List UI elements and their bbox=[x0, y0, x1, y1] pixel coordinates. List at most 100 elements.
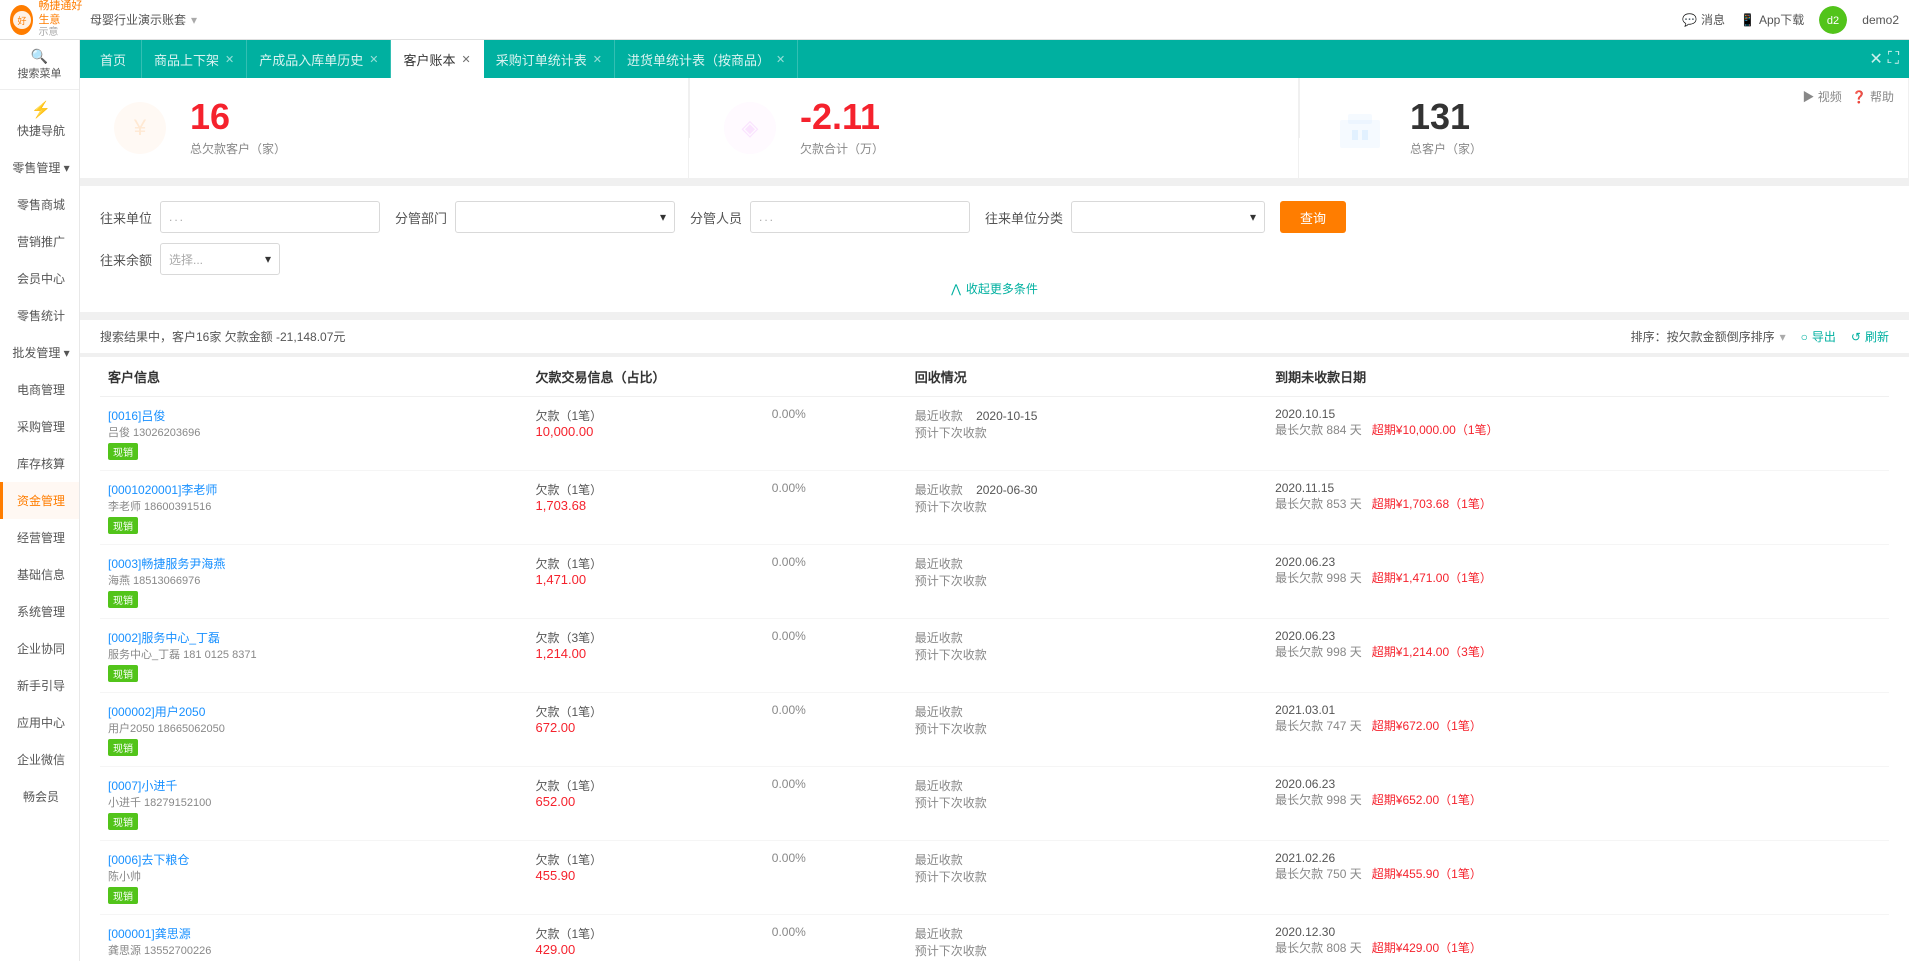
debt-amount: 1,703.68 bbox=[536, 498, 756, 513]
tab-product-manage[interactable]: 商品上下架 ✕ bbox=[142, 40, 247, 78]
customer-name[interactable]: [0016]吕俊 bbox=[108, 407, 520, 424]
sidebar-item-corp[interactable]: 企业协同 bbox=[0, 630, 79, 667]
tab-import-stat[interactable]: 进货单统计表（按商品） ✕ bbox=[615, 40, 798, 78]
export-btn[interactable]: ○ 导出 bbox=[1801, 328, 1836, 345]
stat-info-2: -2.11 欠款合计（万） bbox=[800, 99, 884, 157]
sidebar-item-member[interactable]: 会员中心 bbox=[0, 260, 79, 297]
recent-pay-label: 最近收款 2020-10-15 bbox=[915, 407, 1259, 424]
customer-name[interactable]: [000002]用户2050 bbox=[108, 703, 520, 720]
sidebar-item-retail-mgmt[interactable]: 零售管理 ▾ bbox=[0, 149, 79, 186]
sort-select[interactable]: 排序：按欠款金额倒序排序 ▾ bbox=[1631, 328, 1786, 345]
customer-link[interactable]: [0001020001]李老师 bbox=[108, 483, 217, 497]
customer-name[interactable]: [0002]服务中心_丁磊 bbox=[108, 629, 520, 646]
store-name: 母婴行业演示账套 bbox=[90, 11, 186, 28]
tab-product-manage-close[interactable]: ✕ bbox=[225, 53, 234, 66]
message-btn[interactable]: 💬 消息 bbox=[1682, 11, 1725, 28]
overdue-amount[interactable]: 超期¥1,214.00（3笔） bbox=[1372, 645, 1492, 659]
overdue-date: 2020.06.23 bbox=[1275, 777, 1881, 791]
sidebar-item-capital[interactable]: 资金管理 bbox=[0, 482, 79, 519]
customer-name[interactable]: [0007]小进千 bbox=[108, 777, 520, 794]
dept-arrow-icon: ▾ bbox=[660, 210, 666, 224]
balance-select[interactable]: 选择... ▾ bbox=[160, 243, 280, 275]
overdue-amount[interactable]: 超期¥1,471.00（1笔） bbox=[1372, 571, 1492, 585]
tab-product-history-close[interactable]: ✕ bbox=[369, 53, 378, 66]
query-button[interactable]: 查询 bbox=[1280, 201, 1346, 233]
dept-select[interactable]: ▾ bbox=[455, 201, 675, 233]
svg-text:◈: ◈ bbox=[742, 115, 759, 140]
tab-import-stat-close[interactable]: ✕ bbox=[776, 53, 785, 66]
sidebar-item-ops[interactable]: 经营管理 bbox=[0, 519, 79, 556]
sidebar-item-basic[interactable]: 基础信息 bbox=[0, 556, 79, 593]
search-menu[interactable]: 🔍 搜索菜单 bbox=[0, 40, 79, 90]
sidebar-item-sys[interactable]: 系统管理 bbox=[0, 593, 79, 630]
unit-category-arrow-icon: ▾ bbox=[1250, 210, 1256, 224]
customer-link[interactable]: [0016]吕俊 bbox=[108, 409, 165, 423]
sidebar-item-retail-mall[interactable]: 零售商城 bbox=[0, 186, 79, 223]
customer-link[interactable]: [0007]小进千 bbox=[108, 779, 177, 793]
source-unit-input[interactable]: ... bbox=[160, 201, 380, 233]
page-body: ¥ 16 总欠款客户（家） ◈ bbox=[80, 78, 1909, 961]
tab-close-all-icon[interactable]: ✕ bbox=[1869, 49, 1882, 69]
customer-cell: [0001020001]李老师 李老师 18600391516 现销 bbox=[100, 471, 528, 545]
filter-collapse-btn[interactable]: ⋀ 收起更多条件 bbox=[100, 275, 1889, 302]
help-btn[interactable]: ❓ 帮助 bbox=[1852, 88, 1894, 105]
sidebar-item-retail-stat[interactable]: 零售统计 bbox=[0, 297, 79, 334]
tab-customer-account[interactable]: 客户账本 ✕ bbox=[391, 40, 483, 78]
collapse-text: 收起更多条件 bbox=[966, 280, 1038, 297]
unit-category-select[interactable]: ▾ bbox=[1071, 201, 1265, 233]
sidebar-item-newbie[interactable]: 新手引导 bbox=[0, 667, 79, 704]
customer-tag: 现销 bbox=[108, 665, 138, 682]
customer-name[interactable]: [0001020001]李老师 bbox=[108, 481, 520, 498]
sidebar-item-wechat[interactable]: 企业微信 bbox=[0, 741, 79, 778]
person-label: 分管人员 bbox=[690, 208, 742, 227]
recovery-cell: 最近收款 预计下次收款 bbox=[907, 619, 1267, 693]
capital-label: 资金管理 bbox=[8, 492, 74, 509]
customer-link[interactable]: [0003]畅捷服务尹海燕 bbox=[108, 557, 225, 571]
overdue-info: 最长欠款 747 天 超期¥672.00（1笔） bbox=[1275, 717, 1881, 734]
store-selector[interactable]: 母婴行业演示账套 ▾ bbox=[90, 11, 290, 28]
customer-link[interactable]: [0006]去下粮仓 bbox=[108, 853, 189, 867]
sidebar-item-batch-mgmt[interactable]: 批发管理 ▾ bbox=[0, 334, 79, 371]
customer-link[interactable]: [0002]服务中心_丁磊 bbox=[108, 631, 220, 645]
sidebar-item-marketing[interactable]: 营销推广 bbox=[0, 223, 79, 260]
user-name[interactable]: demo2 bbox=[1862, 13, 1899, 27]
tab-fullscreen-icon[interactable]: ⛶ bbox=[1888, 50, 1899, 68]
overdue-amount[interactable]: 超期¥455.90（1笔） bbox=[1372, 867, 1482, 881]
overdue-amount[interactable]: 超期¥429.00（1笔） bbox=[1372, 941, 1482, 955]
sidebar-item-inventory[interactable]: 库存核算 bbox=[0, 445, 79, 482]
debt-ratio: 0.00% bbox=[772, 555, 899, 569]
customer-link[interactable]: [000001]龚思源 bbox=[108, 927, 191, 941]
customer-link[interactable]: [000002]用户2050 bbox=[108, 705, 205, 719]
sidebar-item-nav[interactable]: ⚡ 快捷导航 bbox=[0, 90, 79, 149]
filter-person: 分管人员 ... bbox=[690, 201, 970, 233]
sidebar-item-purchase[interactable]: 采购管理 bbox=[0, 408, 79, 445]
logo-icon: 好 bbox=[10, 5, 33, 35]
sidebar-item-vip[interactable]: 畅会员 bbox=[0, 778, 79, 815]
customer-name[interactable]: [0003]畅捷服务尹海燕 bbox=[108, 555, 520, 572]
user-avatar[interactable]: d2 bbox=[1819, 6, 1847, 34]
sidebar-item-appcenter[interactable]: 应用中心 bbox=[0, 704, 79, 741]
customer-cell: [0007]小进千 小进千 18279152100 现销 bbox=[100, 767, 528, 841]
svg-text:好: 好 bbox=[17, 15, 26, 26]
person-input[interactable]: ... bbox=[750, 201, 970, 233]
customer-name[interactable]: [000001]龚思源 bbox=[108, 925, 520, 942]
sidebar-item-ecom[interactable]: 电商管理 bbox=[0, 371, 79, 408]
video-btn[interactable]: ▶ 视频 bbox=[1802, 88, 1841, 105]
refresh-btn[interactable]: ↺ 刷新 bbox=[1851, 328, 1889, 345]
overdue-amount[interactable]: 超期¥672.00（1笔） bbox=[1372, 719, 1482, 733]
debt-ratio-cell: 0.00% bbox=[764, 915, 907, 961]
app-download-btn[interactable]: 📱 App下载 bbox=[1740, 11, 1804, 28]
tab-purchase-order-close[interactable]: ✕ bbox=[593, 53, 602, 66]
tab-customer-account-close[interactable]: ✕ bbox=[462, 53, 471, 66]
refresh-label: 刷新 bbox=[1865, 328, 1889, 345]
overdue-amount[interactable]: 超期¥652.00（1笔） bbox=[1372, 793, 1482, 807]
overdue-amount[interactable]: 超期¥1,703.68（1笔） bbox=[1372, 497, 1492, 511]
stat-value-3: 131 bbox=[1410, 99, 1482, 135]
tab-home[interactable]: 首页 bbox=[85, 40, 142, 78]
debt-ratio-cell: 0.00% bbox=[764, 841, 907, 915]
overdue-amount[interactable]: 超期¥10,000.00（1笔） bbox=[1372, 423, 1499, 437]
debt-ratio: 0.00% bbox=[772, 703, 899, 717]
tab-purchase-order[interactable]: 采购订单统计表 ✕ bbox=[484, 40, 615, 78]
tab-product-history[interactable]: 产成品入库单历史 ✕ bbox=[247, 40, 391, 78]
customer-name[interactable]: [0006]去下粮仓 bbox=[108, 851, 520, 868]
